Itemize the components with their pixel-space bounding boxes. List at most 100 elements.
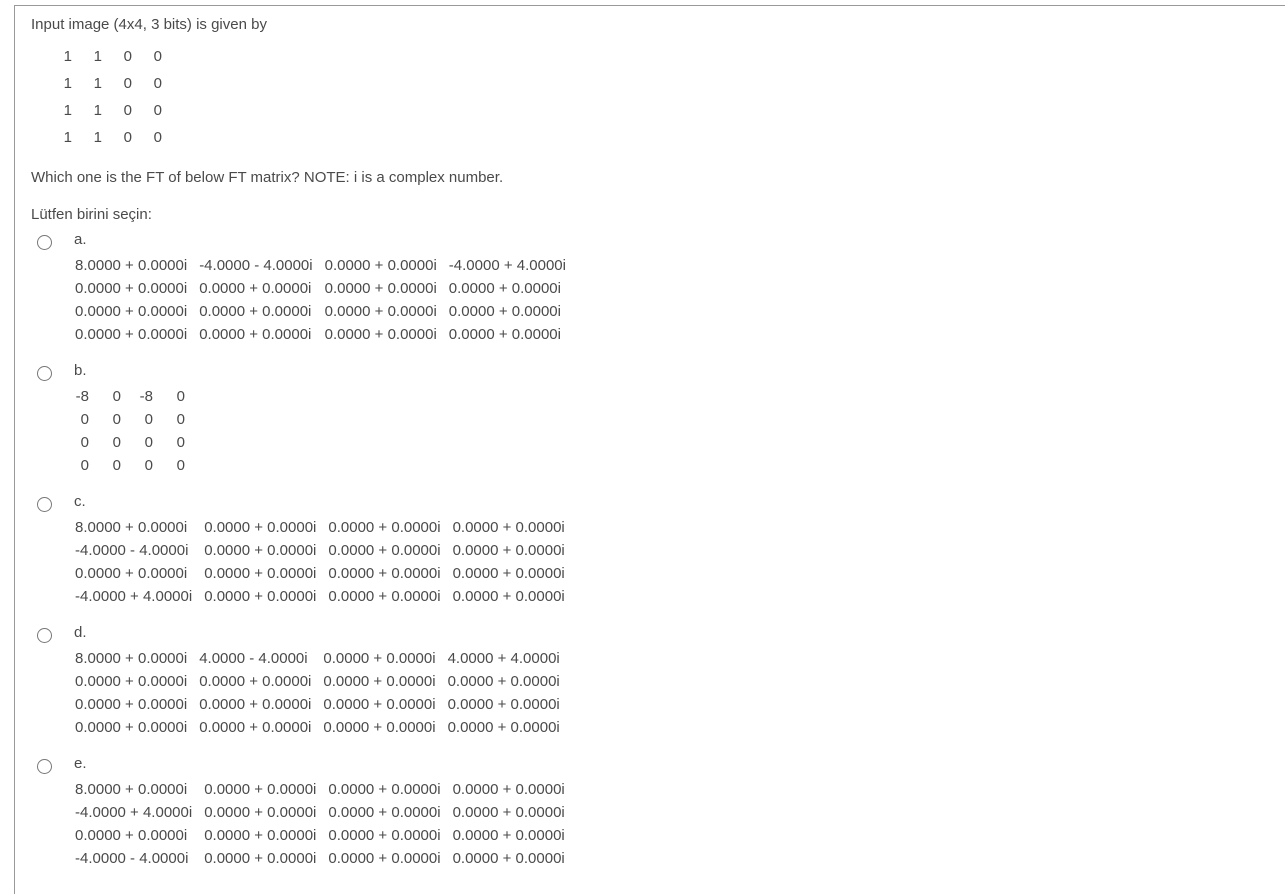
- ft-cell: 0.0000 + 0.0000i: [198, 695, 312, 714]
- question-container: Input image (4x4, 3 bits) is given by 1 …: [14, 5, 1285, 894]
- ft-cell: 0.0000 + 0.0000i: [203, 780, 317, 799]
- ft-cell: 0: [74, 433, 90, 452]
- matrix-cell: 0: [147, 101, 163, 120]
- option-letter: d.: [74, 624, 1285, 641]
- ft-cell: 0.0000 + 0.0000i: [198, 302, 313, 321]
- ft-cell: 8.0000 + 0.0000i: [74, 649, 188, 668]
- ft-cell: 0.0000 + 0.0000i: [447, 695, 561, 714]
- ft-cell: 0.0000 + 0.0000i: [198, 718, 312, 737]
- ft-cell: -4.0000 + 4.0000i: [74, 587, 193, 606]
- matrix-cell: 0: [147, 128, 163, 147]
- ft-cell: 0: [138, 433, 154, 452]
- matrix-cell: 0: [117, 128, 133, 147]
- ft-cell: 0.0000 + 0.0000i: [327, 849, 441, 868]
- ft-cell: 0.0000 + 0.0000i: [198, 325, 313, 344]
- ft-cell: -8: [74, 387, 90, 406]
- option-letter: e.: [74, 755, 1285, 772]
- matrix-cell: 1: [87, 128, 103, 147]
- ft-cell: 4.0000 + 4.0000i: [447, 649, 561, 668]
- ft-cell: 8.0000 + 0.0000i: [74, 780, 193, 799]
- option-a-matrix: 8.0000 + 0.0000i -4.0000 - 4.0000i 0.000…: [64, 252, 577, 348]
- matrix-cell: 1: [87, 101, 103, 120]
- ft-cell: 0: [170, 456, 186, 475]
- ft-cell: 0: [106, 433, 122, 452]
- ft-cell: 0.0000 + 0.0000i: [74, 302, 188, 321]
- option-body: b. -8 0 -8 0 0 0 0 0 0 0 0 0: [74, 362, 1285, 479]
- option-d[interactable]: d. 8.0000 + 0.0000i 4.0000 - 4.0000i 0.0…: [31, 624, 1285, 741]
- radio-icon[interactable]: [37, 759, 52, 774]
- ft-cell: 0.0000 + 0.0000i: [452, 587, 566, 606]
- radio-icon[interactable]: [37, 628, 52, 643]
- ft-cell: 0.0000 + 0.0000i: [324, 302, 438, 321]
- matrix-cell: 0: [117, 101, 133, 120]
- matrix-cell: 1: [57, 101, 73, 120]
- option-c[interactable]: c. 8.0000 + 0.0000i 0.0000 + 0.0000i 0.0…: [31, 493, 1285, 610]
- ft-cell: 8.0000 + 0.0000i: [74, 256, 188, 275]
- ft-cell: 0.0000 + 0.0000i: [203, 518, 317, 537]
- option-e[interactable]: e. 8.0000 + 0.0000i 0.0000 + 0.0000i 0.0…: [31, 755, 1285, 872]
- option-body: d. 8.0000 + 0.0000i 4.0000 - 4.0000i 0.0…: [74, 624, 1285, 741]
- ft-cell: 0.0000 + 0.0000i: [327, 564, 441, 583]
- ft-cell: 0: [170, 387, 186, 406]
- ft-cell: 0.0000 + 0.0000i: [203, 587, 317, 606]
- ft-cell: 0.0000 + 0.0000i: [448, 279, 567, 298]
- ft-cell: 0: [106, 410, 122, 429]
- ft-cell: 0.0000 + 0.0000i: [74, 279, 188, 298]
- matrix-cell: 0: [117, 74, 133, 93]
- option-b-matrix: -8 0 -8 0 0 0 0 0 0 0 0 0: [58, 383, 202, 479]
- option-b[interactable]: b. -8 0 -8 0 0 0 0 0 0 0 0 0: [31, 362, 1285, 479]
- matrix-cell: 1: [57, 47, 73, 66]
- ft-cell: 0.0000 + 0.0000i: [203, 826, 317, 845]
- ft-cell: 0: [138, 456, 154, 475]
- ft-cell: 4.0000 - 4.0000i: [198, 649, 312, 668]
- ft-cell: 0.0000 + 0.0000i: [452, 849, 566, 868]
- matrix-cell: 0: [147, 74, 163, 93]
- ft-cell: 0.0000 + 0.0000i: [74, 672, 188, 691]
- option-body: c. 8.0000 + 0.0000i 0.0000 + 0.0000i 0.0…: [74, 493, 1285, 610]
- ft-cell: 0.0000 + 0.0000i: [322, 649, 436, 668]
- input-matrix: 1 1 0 0 1 1 0 0 1 1 0 0 1 1 0 0: [43, 39, 177, 155]
- option-c-matrix: 8.0000 + 0.0000i 0.0000 + 0.0000i 0.0000…: [64, 514, 576, 610]
- ft-cell: 0.0000 + 0.0000i: [324, 279, 438, 298]
- ft-cell: 0.0000 + 0.0000i: [322, 695, 436, 714]
- option-a[interactable]: a. 8.0000 + 0.0000i -4.0000 - 4.0000i 0.…: [31, 231, 1285, 348]
- ft-cell: 0.0000 + 0.0000i: [203, 803, 317, 822]
- radio-icon[interactable]: [37, 235, 52, 250]
- matrix-cell: 0: [117, 47, 133, 66]
- ft-cell: 0: [106, 387, 122, 406]
- ft-cell: 0.0000 + 0.0000i: [448, 325, 567, 344]
- ft-cell: -4.0000 + 4.0000i: [448, 256, 567, 275]
- ft-cell: 8.0000 + 0.0000i: [74, 518, 193, 537]
- question-note: Which one is the FT of below FT matrix? …: [31, 169, 1285, 186]
- ft-cell: 0.0000 + 0.0000i: [322, 718, 436, 737]
- ft-cell: 0.0000 + 0.0000i: [327, 826, 441, 845]
- ft-cell: -8: [138, 387, 154, 406]
- ft-cell: 0.0000 + 0.0000i: [198, 279, 313, 298]
- ft-cell: 0: [106, 456, 122, 475]
- option-body: a. 8.0000 + 0.0000i -4.0000 - 4.0000i 0.…: [74, 231, 1285, 348]
- matrix-cell: 1: [57, 128, 73, 147]
- ft-cell: 0.0000 + 0.0000i: [74, 718, 188, 737]
- ft-cell: 0: [74, 410, 90, 429]
- option-letter: c.: [74, 493, 1285, 510]
- ft-cell: 0.0000 + 0.0000i: [203, 849, 317, 868]
- ft-cell: 0.0000 + 0.0000i: [452, 780, 566, 799]
- ft-cell: 0: [138, 410, 154, 429]
- ft-cell: 0.0000 + 0.0000i: [327, 587, 441, 606]
- ft-cell: 0.0000 + 0.0000i: [74, 695, 188, 714]
- ft-cell: 0.0000 + 0.0000i: [327, 803, 441, 822]
- radio-icon[interactable]: [37, 366, 52, 381]
- choose-prompt: Lütfen birini seçin:: [31, 206, 1285, 223]
- option-letter: a.: [74, 231, 1285, 248]
- matrix-cell: 1: [87, 47, 103, 66]
- option-letter: b.: [74, 362, 1285, 379]
- radio-icon[interactable]: [37, 497, 52, 512]
- ft-cell: 0.0000 + 0.0000i: [327, 518, 441, 537]
- option-d-matrix: 8.0000 + 0.0000i 4.0000 - 4.0000i 0.0000…: [64, 645, 571, 741]
- matrix-cell: 1: [87, 74, 103, 93]
- ft-cell: 0.0000 + 0.0000i: [324, 325, 438, 344]
- ft-cell: 0.0000 + 0.0000i: [74, 325, 188, 344]
- option-body: e. 8.0000 + 0.0000i 0.0000 + 0.0000i 0.0…: [74, 755, 1285, 872]
- ft-cell: -4.0000 - 4.0000i: [74, 541, 193, 560]
- ft-cell: 0.0000 + 0.0000i: [322, 672, 436, 691]
